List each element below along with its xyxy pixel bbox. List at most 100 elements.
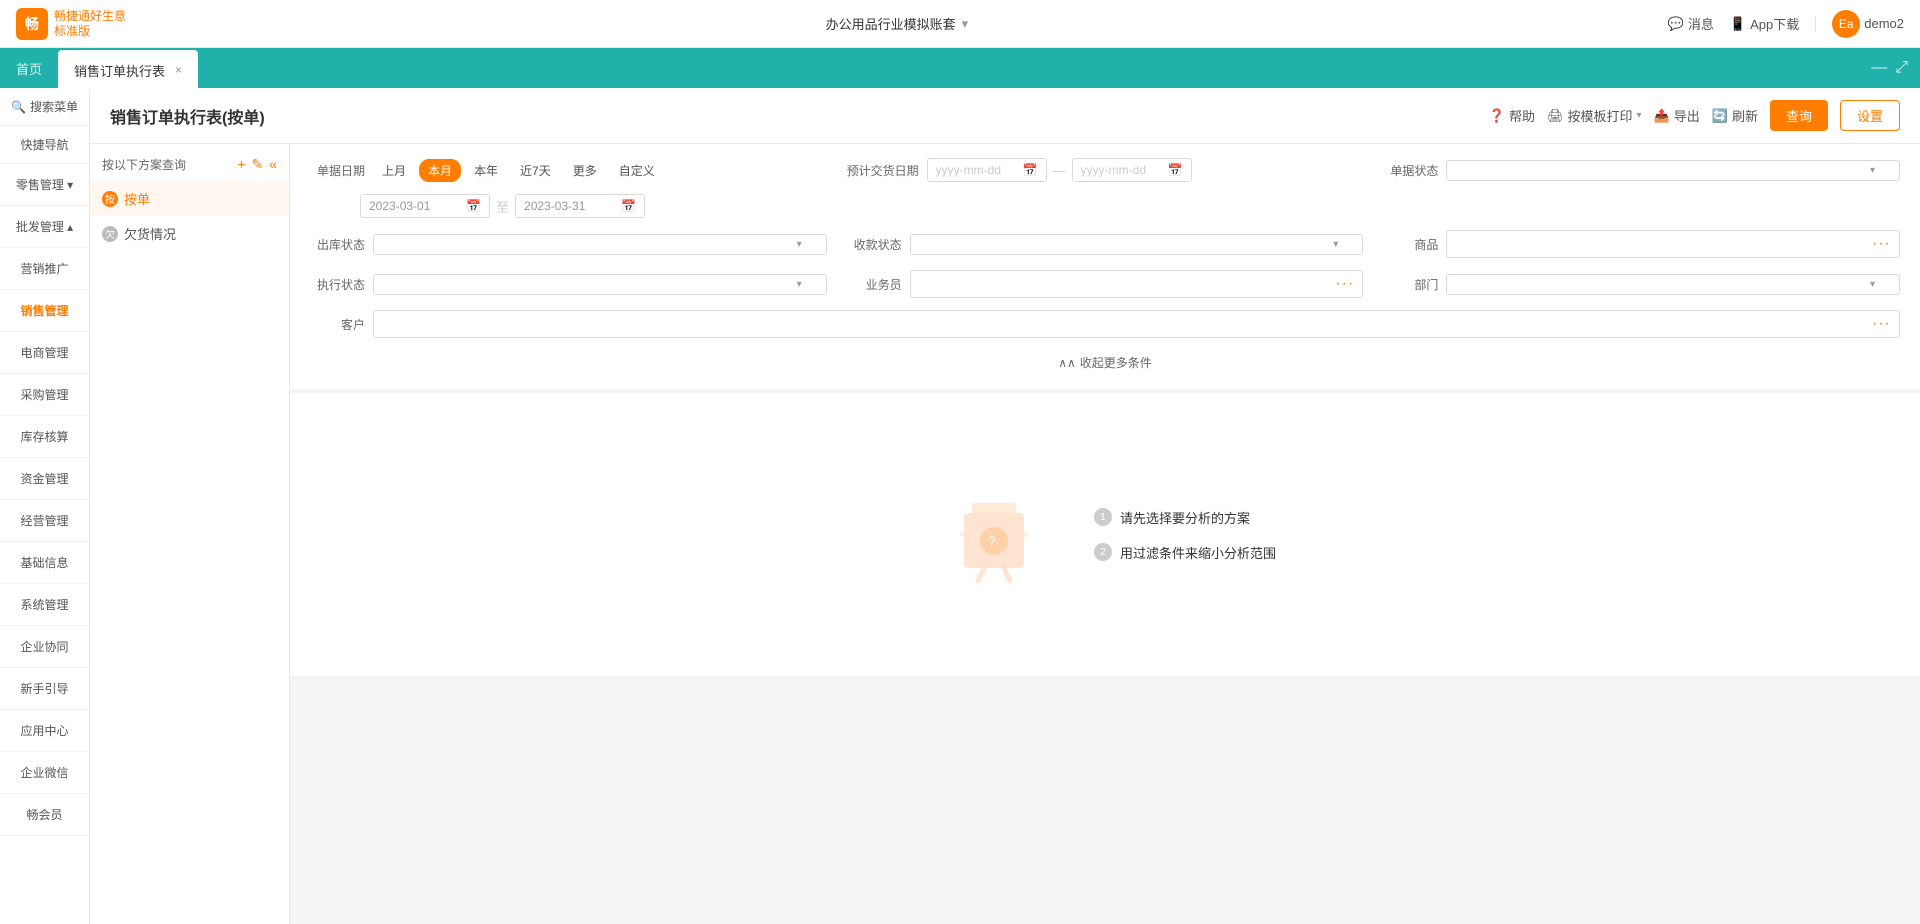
tab-fullscreen-icon[interactable]: ⤢ — [1895, 59, 1908, 77]
left-panel-header: 按以下方案查询 + ✎ « — [90, 156, 289, 181]
sidebar-item-operations[interactable]: 经营管理 — [0, 500, 89, 542]
shortcut-more[interactable]: 更多 — [564, 159, 606, 182]
setting-button[interactable]: 设置 — [1840, 100, 1900, 131]
sidebar-item-ecommerce[interactable]: 电商管理 — [0, 332, 89, 374]
page-actions: ❓ 帮助 🖨 按模板打印 ▾ 📤 导出 🔄 刷新 查询 设置 — [1489, 100, 1900, 131]
sidebar-item-basic[interactable]: 基础信息 — [0, 542, 89, 584]
filter-product: 商品 ··· — [1383, 230, 1900, 258]
scheme-item-按单[interactable]: 按 按单 — [90, 181, 289, 216]
customer-dots[interactable]: ··· — [1872, 315, 1891, 333]
avatar: Ea — [1832, 10, 1860, 38]
filter-ship-status: 出库状态 ▾ — [310, 230, 827, 258]
logo-area: 畅 畅捷通好生意 标准版 — [16, 8, 126, 40]
sidebar-item-wechat[interactable]: 企业微信 — [0, 752, 89, 794]
header-divider — [1815, 17, 1816, 31]
product-dots[interactable]: ··· — [1872, 235, 1891, 253]
svg-text:?: ? — [988, 533, 996, 549]
collapse-button[interactable]: ∧∧ 收起更多条件 — [310, 354, 1900, 371]
filter-payment-status: 收款状态 ▾ — [847, 230, 1364, 258]
help-button[interactable]: ❓ 帮助 — [1489, 106, 1535, 125]
refresh-button[interactable]: 🔄 刷新 — [1712, 106, 1758, 125]
scheme-item-欠货[interactable]: 欠 欠货情况 — [90, 216, 289, 251]
tab-bar-actions: — ⤢ — [1871, 59, 1920, 77]
product-input[interactable]: ··· — [1446, 230, 1900, 258]
app-download-button[interactable]: 📱 App下载 — [1730, 14, 1799, 33]
left-panel: 按以下方案查询 + ✎ « 按 按单 欠 欠货情况 — [90, 144, 290, 924]
edit-scheme-icon[interactable]: ✎ — [251, 156, 263, 173]
tab-close-icon[interactable]: × — [175, 63, 182, 77]
sidebar: 🔍 搜索菜单 快捷导航 零售管理 ▾ 批发管理 ▴ 营销推广 销售管理 电商管理… — [0, 88, 90, 924]
sidebar-item-inventory[interactable]: 库存核算 — [0, 416, 89, 458]
payment-status-arrow: ▾ — [1333, 239, 1338, 250]
dept-arrow: ▾ — [1870, 279, 1875, 290]
add-scheme-icon[interactable]: + — [237, 156, 245, 173]
export-button[interactable]: 📤 导出 — [1654, 106, 1700, 125]
shortcut-custom[interactable]: 自定义 — [610, 159, 664, 182]
tab-sales-order[interactable]: 销售订单执行表 × — [58, 50, 198, 90]
tab-home[interactable]: 首页 — [0, 48, 58, 88]
sidebar-item-purchase[interactable]: 采购管理 — [0, 374, 89, 416]
exec-status-arrow: ▾ — [797, 279, 802, 290]
filter-doc-status: 单据状态 ▾ — [1383, 158, 1900, 182]
tab-minimize-icon[interactable]: — — [1871, 59, 1887, 77]
sidebar-item-member[interactable]: 畅会员 — [0, 794, 89, 836]
page-header: 销售订单执行表(按单) ❓ 帮助 🖨 按模板打印 ▾ 📤 导出 🔄 刷新 — [90, 88, 1920, 144]
sidebar-item-newbie[interactable]: 新手引导 — [0, 668, 89, 710]
filter-row-4: 客户 ··· — [310, 310, 1900, 338]
expected-date-start[interactable]: yyyy-mm-dd 📅 — [927, 158, 1047, 182]
scheme-icon-orange: 按 — [102, 191, 118, 207]
message-button[interactable]: 💬 消息 — [1668, 14, 1714, 33]
sidebar-item-enterprise[interactable]: 企业协同 — [0, 626, 89, 668]
doc-status-arrow: ▾ — [1870, 165, 1875, 176]
ship-status-select[interactable]: ▾ — [373, 234, 827, 255]
customer-input[interactable]: ··· — [373, 310, 1900, 338]
empty-step-2: 2 用过滤条件来缩小分析范围 — [1094, 539, 1276, 566]
filter-salesperson: 业务员 ··· — [847, 270, 1364, 298]
sidebar-item-marketing[interactable]: 营销推广 — [0, 248, 89, 290]
filter-exec-status: 执行状态 ▾ — [310, 270, 827, 298]
exec-status-select[interactable]: ▾ — [373, 274, 827, 295]
logo-text: 畅捷通好生意 标准版 — [54, 9, 126, 38]
ship-status-arrow: ▾ — [797, 239, 802, 250]
content: 销售订单执行表(按单) ❓ 帮助 🖨 按模板打印 ▾ 📤 导出 🔄 刷新 — [90, 88, 1920, 924]
dept-select[interactable]: ▾ — [1446, 274, 1900, 295]
salesperson-input[interactable]: ··· — [910, 270, 1364, 298]
salesperson-dots[interactable]: ··· — [1335, 275, 1354, 293]
collapse-row: ∧∧ 收起更多条件 — [310, 346, 1900, 375]
sidebar-item-sales[interactable]: 销售管理 — [0, 290, 89, 332]
left-panel-icons: + ✎ « — [237, 156, 277, 173]
sidebar-item-finance[interactable]: 资金管理 — [0, 458, 89, 500]
main-layout: 🔍 搜索菜单 快捷导航 零售管理 ▾ 批发管理 ▴ 营销推广 销售管理 电商管理… — [0, 88, 1920, 924]
shortcut-7days[interactable]: 近7天 — [511, 159, 560, 182]
user-menu[interactable]: Ea demo2 — [1832, 10, 1904, 38]
top-right: 💬 消息 📱 App下载 Ea demo2 — [1668, 10, 1904, 38]
shortcut-this-year[interactable]: 本年 — [465, 159, 507, 182]
expected-date-end[interactable]: yyyy-mm-dd 📅 — [1072, 158, 1192, 182]
tab-bar: 首页 销售订单执行表 × — ⤢ — [0, 48, 1920, 88]
doc-status-select[interactable]: ▾ — [1446, 160, 1900, 181]
right-content: 单据日期 上月 本月 本年 近7天 更多 自定义 — [290, 144, 1920, 924]
sidebar-item-appstore[interactable]: 应用中心 — [0, 710, 89, 752]
sidebar-item-retail[interactable]: 零售管理 ▾ — [0, 164, 89, 206]
page-title: 销售订单执行表(按单) — [110, 104, 265, 128]
print-button[interactable]: 🖨 按模板打印 ▾ — [1547, 106, 1642, 125]
empty-illustration: ? — [934, 473, 1054, 596]
date-start-input[interactable]: 2023-03-01 📅 — [360, 194, 490, 218]
collapse-panel-icon[interactable]: « — [269, 156, 277, 173]
date-range-display: 2023-03-01 📅 至 2023-03-31 📅 — [360, 194, 1900, 218]
shortcut-this-month[interactable]: 本月 — [419, 159, 461, 182]
payment-status-select[interactable]: ▾ — [910, 234, 1364, 255]
filter-row-1: 单据日期 上月 本月 本年 近7天 更多 自定义 — [310, 158, 1900, 182]
top-bar-left: 畅 畅捷通好生意 标准版 — [16, 8, 126, 40]
shortcut-last-month[interactable]: 上月 — [373, 159, 415, 182]
top-bar: 畅 畅捷通好生意 标准版 办公用品行业模拟账套 ▾ 💬 消息 📱 App下载 E… — [0, 0, 1920, 48]
sidebar-item-wholesale[interactable]: 批发管理 ▴ — [0, 206, 89, 248]
sidebar-item-system[interactable]: 系统管理 — [0, 584, 89, 626]
query-button[interactable]: 查询 — [1770, 100, 1828, 131]
filter-row-3: 执行状态 ▾ 业务员 ··· — [310, 270, 1900, 298]
sidebar-search[interactable]: 🔍 搜索菜单 — [0, 88, 89, 126]
sidebar-quick-nav[interactable]: 快捷导航 — [0, 126, 89, 164]
top-center: 办公用品行业模拟账套 ▾ — [826, 14, 969, 33]
date-end-input[interactable]: 2023-03-31 📅 — [515, 194, 645, 218]
logo-icon: 畅 — [16, 8, 48, 40]
